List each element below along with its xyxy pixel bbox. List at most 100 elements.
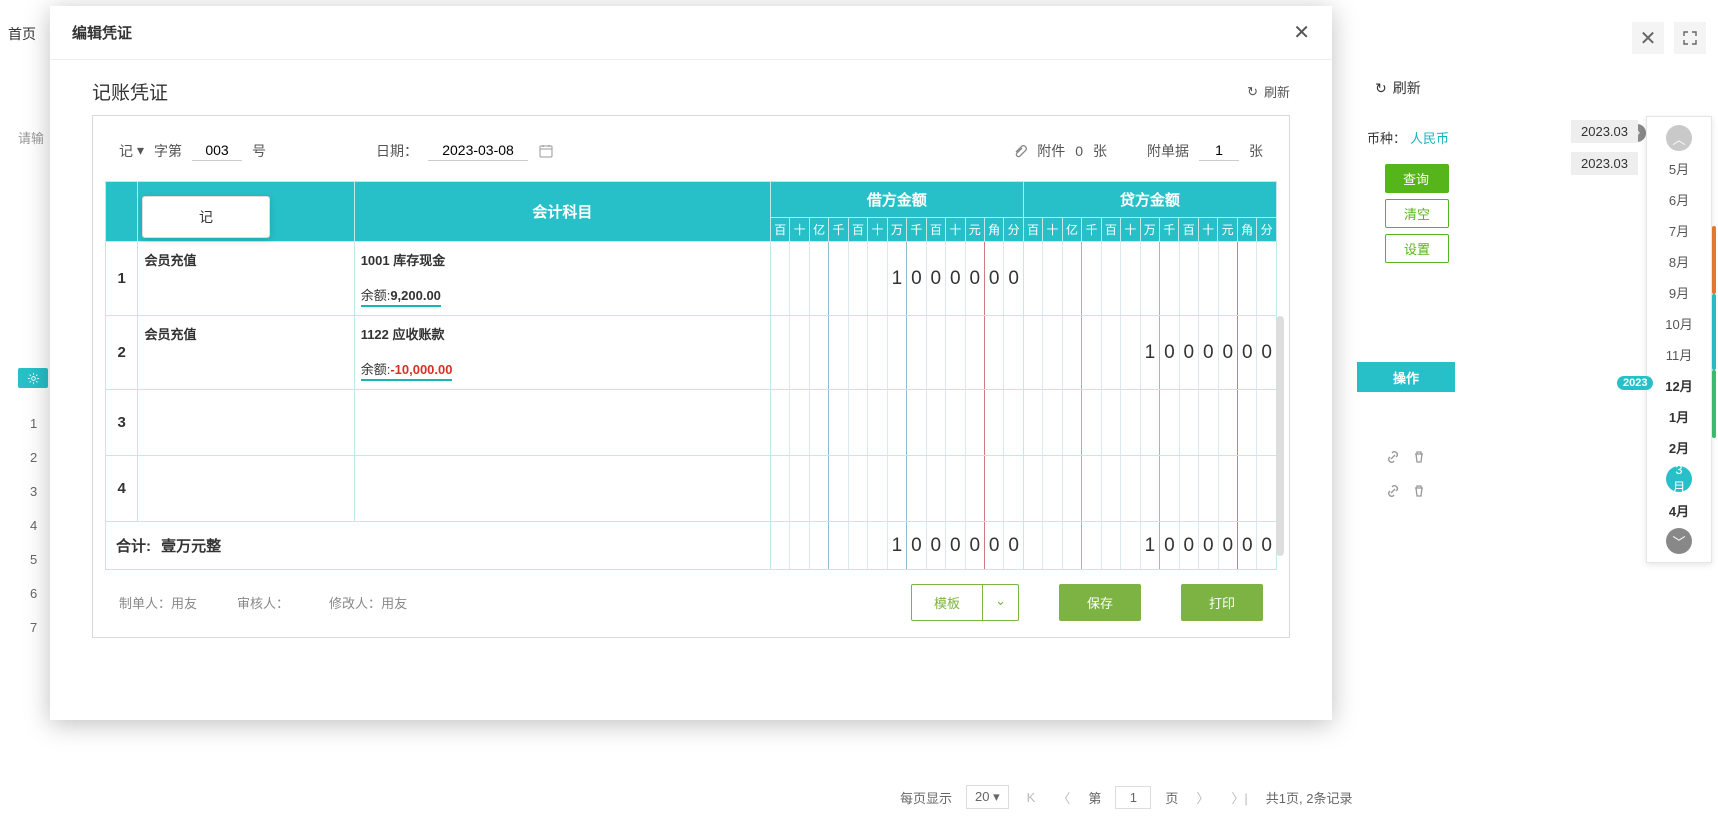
voucher-type-dropdown[interactable]: 记 ▾	[119, 141, 144, 161]
next-page-icon[interactable]: 〉	[1192, 788, 1213, 807]
bg-refresh-label: 刷新	[1393, 78, 1421, 98]
unit-header: 十	[790, 218, 809, 242]
year-tab-2[interactable]: 2023.03	[1571, 152, 1638, 175]
page-label-pre: 第	[1088, 788, 1101, 807]
zidi-label: 字第	[154, 141, 182, 161]
link-icon[interactable]	[1386, 450, 1400, 464]
print-button[interactable]: 打印	[1181, 584, 1263, 621]
month-9[interactable]: 9月	[1647, 277, 1711, 308]
row-account[interactable]: 1122 应收账款余额:-10,000.00	[354, 316, 770, 390]
unit-header: 分	[1004, 218, 1023, 242]
per-page-select[interactable]: 20 ▾	[966, 785, 1009, 809]
chevron-down-icon: ▾	[993, 789, 1000, 804]
template-button[interactable]: 模板 ⌄	[911, 584, 1019, 621]
row-credit[interactable]	[1023, 456, 1276, 522]
row-debit[interactable]: 1000000	[770, 242, 1023, 316]
prev-page-icon[interactable]: 〈	[1053, 788, 1074, 807]
clear-button[interactable]: 清空	[1385, 199, 1449, 228]
row-summary[interactable]	[138, 456, 354, 522]
refresh-icon: ↻	[1375, 80, 1387, 97]
row-credit[interactable]	[1023, 242, 1276, 316]
delete-icon[interactable]	[1412, 450, 1426, 464]
scrollbar-thumb[interactable]	[1276, 316, 1284, 556]
attach-unit: 张	[1093, 141, 1107, 161]
unit-header: 十	[868, 218, 887, 242]
first-page-icon[interactable]: K	[1023, 790, 1040, 805]
month-1[interactable]: 1月	[1647, 401, 1711, 432]
close-tab-button[interactable]: ✕	[1632, 22, 1664, 54]
row-credit[interactable]: 1000000	[1023, 316, 1276, 390]
month-7[interactable]: 7月	[1647, 215, 1711, 246]
page-summary: 共1页, 2条记录	[1266, 788, 1353, 807]
attach-count: 0	[1075, 143, 1083, 159]
row-debit[interactable]	[770, 316, 1023, 390]
modifier-value: 用友	[381, 596, 407, 611]
voucher-date-input[interactable]	[428, 140, 528, 161]
col-credit: 贷方金额	[1023, 182, 1276, 218]
total-credit: 1000000	[1023, 522, 1276, 570]
row-debit[interactable]	[770, 456, 1023, 522]
row-account[interactable]	[354, 390, 770, 456]
unit-header: 百	[926, 218, 945, 242]
voucher-type-popup: 记	[142, 196, 270, 238]
row-account[interactable]	[354, 456, 770, 522]
row-index: 4	[106, 456, 138, 522]
row-index: 2	[106, 316, 138, 390]
voucher-seq-input[interactable]	[192, 140, 242, 161]
page-input[interactable]: 1	[1115, 786, 1151, 809]
attachment-icon[interactable]	[1013, 144, 1027, 158]
unit-header: 角	[984, 218, 1003, 242]
month-6[interactable]: 6月	[1647, 184, 1711, 215]
calendar-icon[interactable]	[538, 143, 554, 159]
voucher-refresh-button[interactable]: ↻ 刷新	[1247, 82, 1290, 101]
row-index: 3	[106, 390, 138, 456]
currency-value: 人民币	[1410, 131, 1449, 146]
voucher-refresh-label: 刷新	[1264, 82, 1290, 101]
unit-header: 元	[965, 218, 984, 242]
search-input-placeholder[interactable]: 请输	[18, 128, 44, 147]
table-settings-icon[interactable]	[18, 368, 48, 388]
row-account[interactable]: 1001 库存现金余额:9,200.00	[354, 242, 770, 316]
currency-selector[interactable]: 币种：人民币	[1367, 128, 1449, 147]
query-button[interactable]: 查询	[1385, 164, 1449, 193]
delete-icon[interactable]	[1412, 484, 1426, 498]
month-11[interactable]: 11月	[1647, 339, 1711, 370]
month-8[interactable]: 8月	[1647, 246, 1711, 277]
voucher-type-option[interactable]: 记	[143, 197, 269, 237]
home-tab[interactable]: 首页	[8, 24, 36, 44]
link-icon[interactable]	[1386, 484, 1400, 498]
save-button[interactable]: 保存	[1059, 584, 1141, 621]
hao-label: 号	[252, 141, 266, 161]
month-sidebar: ︿ 5月 6月 7月 8月 9月 10月 11月 2023 12月 1月 2月 …	[1646, 116, 1712, 563]
month-5[interactable]: 5月	[1647, 153, 1711, 184]
row-index: 1	[106, 242, 138, 316]
row-summary[interactable]: 会员充值	[138, 242, 354, 316]
row-summary[interactable]	[138, 390, 354, 456]
voucher-box: 记 ▾ 字第 号 日期： 附件 0 张 附单	[92, 115, 1290, 638]
total-debit: 1000000	[770, 522, 1023, 570]
month-10[interactable]: 10月	[1647, 308, 1711, 339]
month-12[interactable]: 2023 12月	[1647, 370, 1711, 401]
month-3-current[interactable]: 3月	[1666, 466, 1692, 492]
scroll-up-icon[interactable]: ︿	[1666, 125, 1692, 151]
slip-count-input[interactable]	[1199, 140, 1239, 161]
row-ops	[1357, 440, 1455, 474]
unit-header: 亿	[809, 218, 828, 242]
unit-header: 万	[887, 218, 906, 242]
year-tab-1[interactable]: 2023.03	[1571, 120, 1638, 143]
unit-header: 百	[1101, 218, 1120, 242]
month-4[interactable]: 4月	[1647, 495, 1711, 526]
year-badge: 2023	[1617, 376, 1653, 390]
unit-header: 十	[1043, 218, 1062, 242]
row-debit[interactable]	[770, 390, 1023, 456]
bg-refresh-button[interactable]: ↻ 刷新	[1375, 78, 1421, 98]
scroll-down-icon[interactable]: ﹀	[1666, 528, 1692, 554]
last-page-icon[interactable]: 〉|	[1227, 788, 1251, 807]
settings-button[interactable]: 设置	[1385, 234, 1449, 263]
row-credit[interactable]	[1023, 390, 1276, 456]
modal-close-button[interactable]: ✕	[1293, 20, 1310, 45]
row-summary[interactable]: 会员充值	[138, 316, 354, 390]
chevron-down-icon[interactable]: ⌄	[982, 585, 1018, 620]
month-2[interactable]: 2月	[1647, 432, 1711, 463]
fullscreen-button[interactable]	[1674, 22, 1706, 54]
